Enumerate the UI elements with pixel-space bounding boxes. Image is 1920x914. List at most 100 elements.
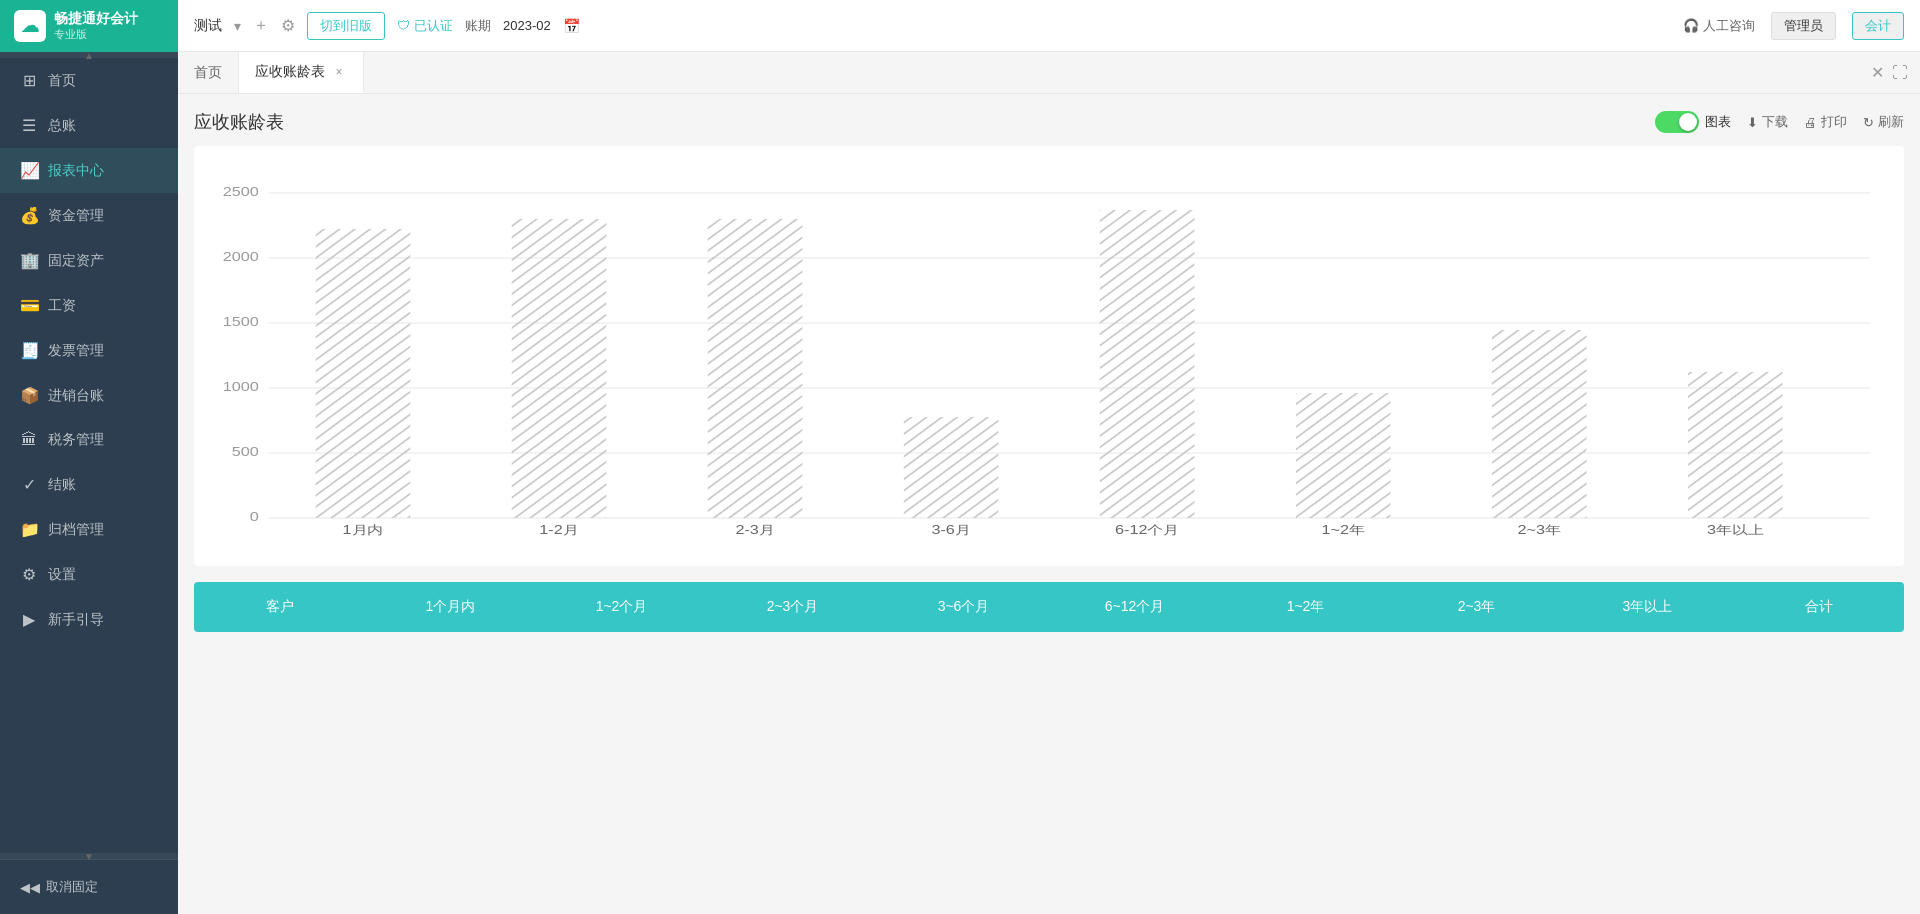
sidebar-item-label: 进销台账 — [48, 387, 104, 405]
wage-icon: 💳 — [20, 296, 38, 315]
col-1month: 1个月内 — [365, 582, 536, 632]
home-icon: ⊞ — [20, 71, 38, 90]
tab-home[interactable]: 首页 — [178, 52, 239, 93]
sidebar-item-label: 税务管理 — [48, 431, 104, 449]
logo-icon: ☁ — [14, 10, 46, 42]
sidebar-item-wage[interactable]: 💳 工资 — [0, 283, 178, 328]
pin-left-icon: ◀◀ — [20, 880, 40, 895]
sidebar-item-guide[interactable]: ▶ 新手引导 — [0, 597, 178, 642]
tab-expand-button[interactable]: ⛶ — [1892, 64, 1908, 82]
app-dropdown-arrow[interactable]: ▾ — [234, 18, 241, 34]
sidebar-item-label: 总账 — [48, 117, 76, 135]
sidebar-scroll: ⊞ 首页 ☰ 总账 📈 报表中心 💰 资金管理 🏢 固定资产 💳 工资 🧾 发票… — [0, 58, 178, 853]
cancel-fixed-btn[interactable]: ◀◀ 取消固定 — [16, 872, 162, 902]
sidebar: ☁ 畅捷通好会计 专业版 ▲ ⊞ 首页 ☰ 总账 📈 报表中心 💰 资金管理 🏢… — [0, 0, 178, 914]
accountant-button[interactable]: 会计 — [1852, 12, 1904, 40]
print-button[interactable]: 🖨 打印 — [1804, 113, 1847, 131]
tab-bar: 首页 应收账龄表 × ✕ ⛶ — [178, 52, 1920, 94]
svg-text:2-3月: 2-3月 — [735, 523, 774, 536]
bar-2-3年 — [1492, 330, 1587, 518]
svg-text:2~3年: 2~3年 — [1518, 523, 1561, 536]
sidebar-item-label: 固定资产 — [48, 252, 104, 270]
archive-icon: 📁 — [20, 520, 38, 539]
sidebar-item-label: 发票管理 — [48, 342, 104, 360]
certified-badge: 🛡 已认证 — [397, 17, 453, 35]
toggle-knob — [1679, 113, 1697, 131]
col-customer: 客户 — [194, 582, 365, 632]
sidebar-item-label: 报表中心 — [48, 162, 104, 180]
consult-button[interactable]: 🎧 人工咨询 — [1683, 17, 1755, 35]
tab-bar-actions: ✕ ⛶ — [1871, 63, 1920, 82]
assets-icon: 🏢 — [20, 251, 38, 270]
calendar-icon[interactable]: 📅 — [563, 18, 580, 34]
sidebar-item-ledger[interactable]: ☰ 总账 — [0, 103, 178, 148]
col-3year-plus: 3年以上 — [1562, 582, 1733, 632]
period-label: 账期 — [465, 17, 491, 35]
tab-close-button[interactable]: × — [331, 64, 347, 80]
col-1-2year: 1~2年 — [1220, 582, 1391, 632]
chart-toggle[interactable] — [1655, 111, 1699, 133]
page-actions: 图表 ⬇ 下载 🖨 打印 ↻ 刷新 — [1655, 111, 1904, 133]
tab-home-label: 首页 — [194, 64, 222, 82]
sidebar-item-home[interactable]: ⊞ 首页 — [0, 58, 178, 103]
sidebar-item-capital[interactable]: 💰 资金管理 — [0, 193, 178, 238]
download-button[interactable]: ⬇ 下载 — [1747, 113, 1788, 131]
app-sub: 专业版 — [54, 27, 138, 42]
tab-close-all-button[interactable]: ✕ — [1871, 63, 1884, 82]
header-right: 🎧 人工咨询 管理员 会计 — [1683, 12, 1904, 40]
svg-text:3-6月: 3-6月 — [931, 523, 970, 536]
print-icon: 🖨 — [1804, 115, 1817, 130]
bar-2-3月 — [708, 219, 803, 518]
bar-3-6月 — [904, 417, 999, 518]
svg-text:3年以上: 3年以上 — [1707, 523, 1764, 536]
svg-text:1月内: 1月内 — [343, 523, 384, 536]
chart-toggle-wrap: 图表 — [1655, 111, 1731, 133]
bar-6-12月 — [1100, 210, 1195, 518]
svg-text:6-12个月: 6-12个月 — [1115, 523, 1179, 536]
sidebar-item-settle[interactable]: ✓ 结账 — [0, 462, 178, 507]
ledger-icon: ☰ — [20, 116, 38, 135]
col-3-6month: 3~6个月 — [878, 582, 1049, 632]
bar-chart: 0 500 1000 1500 2000 2500 — [194, 166, 1884, 546]
invoice-icon: 🧾 — [20, 341, 38, 360]
print-label: 打印 — [1821, 113, 1847, 131]
svg-text:2500: 2500 — [223, 185, 259, 198]
svg-text:500: 500 — [232, 445, 259, 458]
svg-text:1-2月: 1-2月 — [539, 523, 578, 536]
refresh-button[interactable]: ↻ 刷新 — [1863, 113, 1904, 131]
sidebar-item-tax[interactable]: 🏛 税务管理 — [0, 418, 178, 462]
sidebar-item-sales[interactable]: 📦 进销台账 — [0, 373, 178, 418]
switch-version-button[interactable]: 切到旧版 — [307, 12, 385, 40]
report-icon: 📈 — [20, 161, 38, 180]
sidebar-item-label: 归档管理 — [48, 521, 104, 539]
sidebar-item-archive[interactable]: 📁 归档管理 — [0, 507, 178, 552]
current-app-name: 测试 — [194, 17, 222, 35]
col-total: 合计 — [1733, 582, 1904, 632]
app-settings-button[interactable]: ⚙ — [281, 16, 295, 35]
table-container: 客户 1个月内 1~2个月 2~3个月 3~6个月 6~12个月 1~2年 2~… — [194, 582, 1904, 632]
svg-text:0: 0 — [250, 510, 259, 523]
app-name: 畅捷通好会计 — [54, 10, 138, 27]
sidebar-item-assets[interactable]: 🏢 固定资产 — [0, 238, 178, 283]
sidebar-logo: ☁ 畅捷通好会计 专业版 — [0, 0, 178, 52]
sidebar-item-label: 新手引导 — [48, 611, 104, 629]
col-6-12month: 6~12个月 — [1049, 582, 1220, 632]
admin-button[interactable]: 管理员 — [1771, 12, 1836, 40]
sidebar-item-settings[interactable]: ⚙ 设置 — [0, 552, 178, 597]
sidebar-item-label: 工资 — [48, 297, 76, 315]
svg-text:1~2年: 1~2年 — [1321, 523, 1364, 536]
tab-report[interactable]: 应收账龄表 × — [239, 52, 364, 93]
bar-3年以上 — [1688, 372, 1783, 518]
add-app-button[interactable]: ＋ — [253, 15, 269, 36]
settings-icon: ⚙ — [20, 565, 38, 584]
sidebar-item-label: 设置 — [48, 566, 76, 584]
table-header: 客户 1个月内 1~2个月 2~3个月 3~6个月 6~12个月 1~2年 2~… — [194, 582, 1904, 632]
page-title: 应收账龄表 — [194, 110, 284, 134]
sidebar-item-label: 首页 — [48, 72, 76, 90]
tax-icon: 🏛 — [20, 431, 38, 449]
sidebar-item-invoice[interactable]: 🧾 发票管理 — [0, 328, 178, 373]
sidebar-item-report[interactable]: 📈 报表中心 — [0, 148, 178, 193]
shield-icon: 🛡 — [397, 18, 410, 33]
settle-icon: ✓ — [20, 475, 38, 494]
toggle-label: 图表 — [1705, 113, 1731, 131]
